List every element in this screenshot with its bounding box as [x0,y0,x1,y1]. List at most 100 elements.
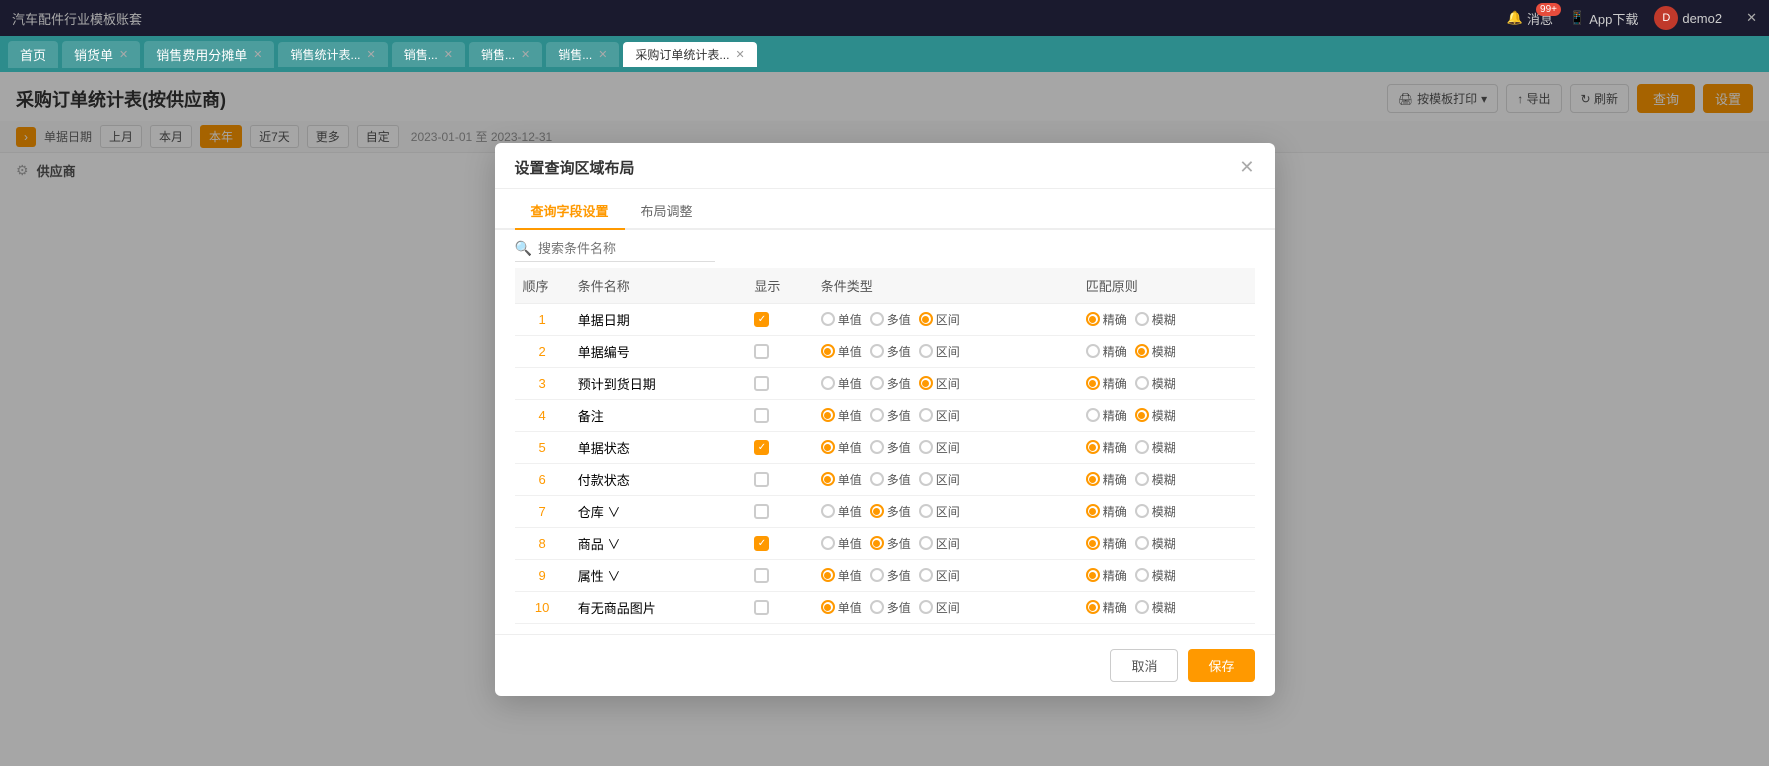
type-radio-item[interactable]: 区间 [919,407,960,424]
match-radio-item[interactable]: 模糊 [1135,439,1176,456]
match-radio-item[interactable]: 精确 [1086,567,1127,584]
save-button[interactable]: 保存 [1188,649,1254,682]
cell-display[interactable] [746,623,812,624]
tab-6[interactable]: 销售... ✕ [546,42,619,67]
display-checkbox[interactable] [754,472,769,487]
display-checkbox[interactable] [754,600,769,615]
match-radio-item[interactable]: 精确 [1086,535,1127,552]
type-radio-item[interactable]: 多值 [870,407,911,424]
type-radio-item[interactable]: 区间 [919,599,960,616]
tab-4-close[interactable]: ✕ [444,48,453,61]
match-radio-item[interactable]: 模糊 [1135,503,1176,520]
match-radio-item[interactable]: 模糊 [1135,599,1176,616]
type-radio-item[interactable]: 多值 [870,471,911,488]
type-radio-item[interactable]: 区间 [919,535,960,552]
match-radio-item[interactable]: 模糊 [1135,375,1176,392]
type-radio-item[interactable]: 区间 [919,375,960,392]
tab-sales-fee[interactable]: 销售费用分摊单 ✕ [144,41,274,68]
type-radio-item[interactable]: 单值 [821,311,862,328]
display-checkbox[interactable] [754,344,769,359]
match-radio-item[interactable]: 精确 [1086,343,1127,360]
dialog-tab-layout[interactable]: 布局调整 [625,193,709,230]
type-radio-item[interactable]: 多值 [870,311,911,328]
tab-5-close[interactable]: ✕ [521,48,530,61]
user-btn[interactable]: D demo2 [1654,6,1722,30]
match-radio-item[interactable]: 精确 [1086,471,1127,488]
avatar: D [1654,6,1678,30]
cell-display[interactable] [746,591,812,623]
type-radio-item[interactable]: 多值 [870,535,911,552]
cell-display[interactable] [746,399,812,431]
display-checkbox[interactable] [754,504,769,519]
match-radio-item[interactable]: 模糊 [1135,311,1176,328]
tab-sales[interactable]: 销货单 ✕ [62,41,140,68]
tab-current-close[interactable]: ✕ [735,48,744,61]
cancel-button[interactable]: 取消 [1110,649,1178,682]
type-radio-item[interactable]: 区间 [919,567,960,584]
tab-4[interactable]: 销售... ✕ [392,42,465,67]
tab-sales-fee-close[interactable]: ✕ [253,48,262,61]
tab-sales-close[interactable]: ✕ [119,48,128,61]
radio-label: 区间 [936,599,960,616]
match-radio-item[interactable]: 精确 [1086,599,1127,616]
cell-display[interactable] [746,367,812,399]
tab-5[interactable]: 销售... ✕ [469,42,542,67]
tab-6-close[interactable]: ✕ [598,48,607,61]
match-radio-item[interactable]: 精确 [1086,311,1127,328]
type-radio-item[interactable]: 单值 [821,503,862,520]
notification-btn[interactable]: 🔔 消息 99+ [1507,9,1553,28]
tab-3-close[interactable]: ✕ [367,48,376,61]
type-radio-item[interactable]: 单值 [821,471,862,488]
cell-display[interactable]: ✓ [746,527,812,559]
match-radio-item[interactable]: 模糊 [1135,343,1176,360]
type-radio-item[interactable]: 多值 [870,599,911,616]
cell-display[interactable]: ✓ [746,304,812,336]
cell-display[interactable] [746,335,812,367]
cell-display[interactable] [746,495,812,527]
display-checkbox[interactable]: ✓ [754,312,769,327]
tab-current[interactable]: 采购订单统计表... ✕ [623,42,756,67]
match-radio-item[interactable]: 模糊 [1135,535,1176,552]
match-radio-item[interactable]: 模糊 [1135,471,1176,488]
match-radio-item[interactable]: 精确 [1086,407,1127,424]
type-radio-item[interactable]: 单值 [821,535,862,552]
type-radio-item[interactable]: 单值 [821,599,862,616]
close-window-icon[interactable]: ✕ [1746,10,1757,26]
match-radio-item[interactable]: 精确 [1086,375,1127,392]
download-btn[interactable]: 📱 App下载 [1569,9,1638,28]
dialog-tab-query-fields[interactable]: 查询字段设置 [515,193,625,230]
type-radio-item[interactable]: 区间 [919,311,960,328]
type-radio-item[interactable]: 区间 [919,343,960,360]
type-radio-item[interactable]: 区间 [919,471,960,488]
match-radio-item[interactable]: 模糊 [1135,567,1176,584]
type-radio-item[interactable]: 多值 [870,343,911,360]
display-checkbox[interactable] [754,408,769,423]
tab-home[interactable]: 首页 [8,41,58,68]
tab-3[interactable]: 销售统计表... ✕ [278,42,387,67]
dialog-close-button[interactable]: ✕ [1239,157,1254,178]
cell-display[interactable] [746,559,812,591]
type-radio-item[interactable]: 多值 [870,503,911,520]
type-radio-item[interactable]: 区间 [919,439,960,456]
type-radio-item[interactable]: 区间 [919,503,960,520]
display-checkbox[interactable]: ✓ [754,440,769,455]
type-radio-item[interactable]: 多值 [870,567,911,584]
type-radio-item[interactable]: 多值 [870,375,911,392]
display-checkbox[interactable] [754,568,769,583]
type-radio-item[interactable]: 多值 [870,439,911,456]
match-radio-item[interactable]: 精确 [1086,503,1127,520]
search-input[interactable] [538,241,698,256]
download-icon: 📱 [1569,10,1585,26]
type-radio-item[interactable]: 单值 [821,407,862,424]
display-checkbox[interactable]: ✓ [754,536,769,551]
match-radio-item[interactable]: 精确 [1086,439,1127,456]
type-radio-item[interactable]: 单值 [821,567,862,584]
cell-display[interactable]: ✓ [746,431,812,463]
type-radio-item[interactable]: 单值 [821,343,862,360]
type-radio-item[interactable]: 单值 [821,375,862,392]
cell-order: 10 [515,591,570,623]
type-radio-item[interactable]: 单值 [821,439,862,456]
cell-display[interactable] [746,463,812,495]
match-radio-item[interactable]: 模糊 [1135,407,1176,424]
display-checkbox[interactable] [754,376,769,391]
